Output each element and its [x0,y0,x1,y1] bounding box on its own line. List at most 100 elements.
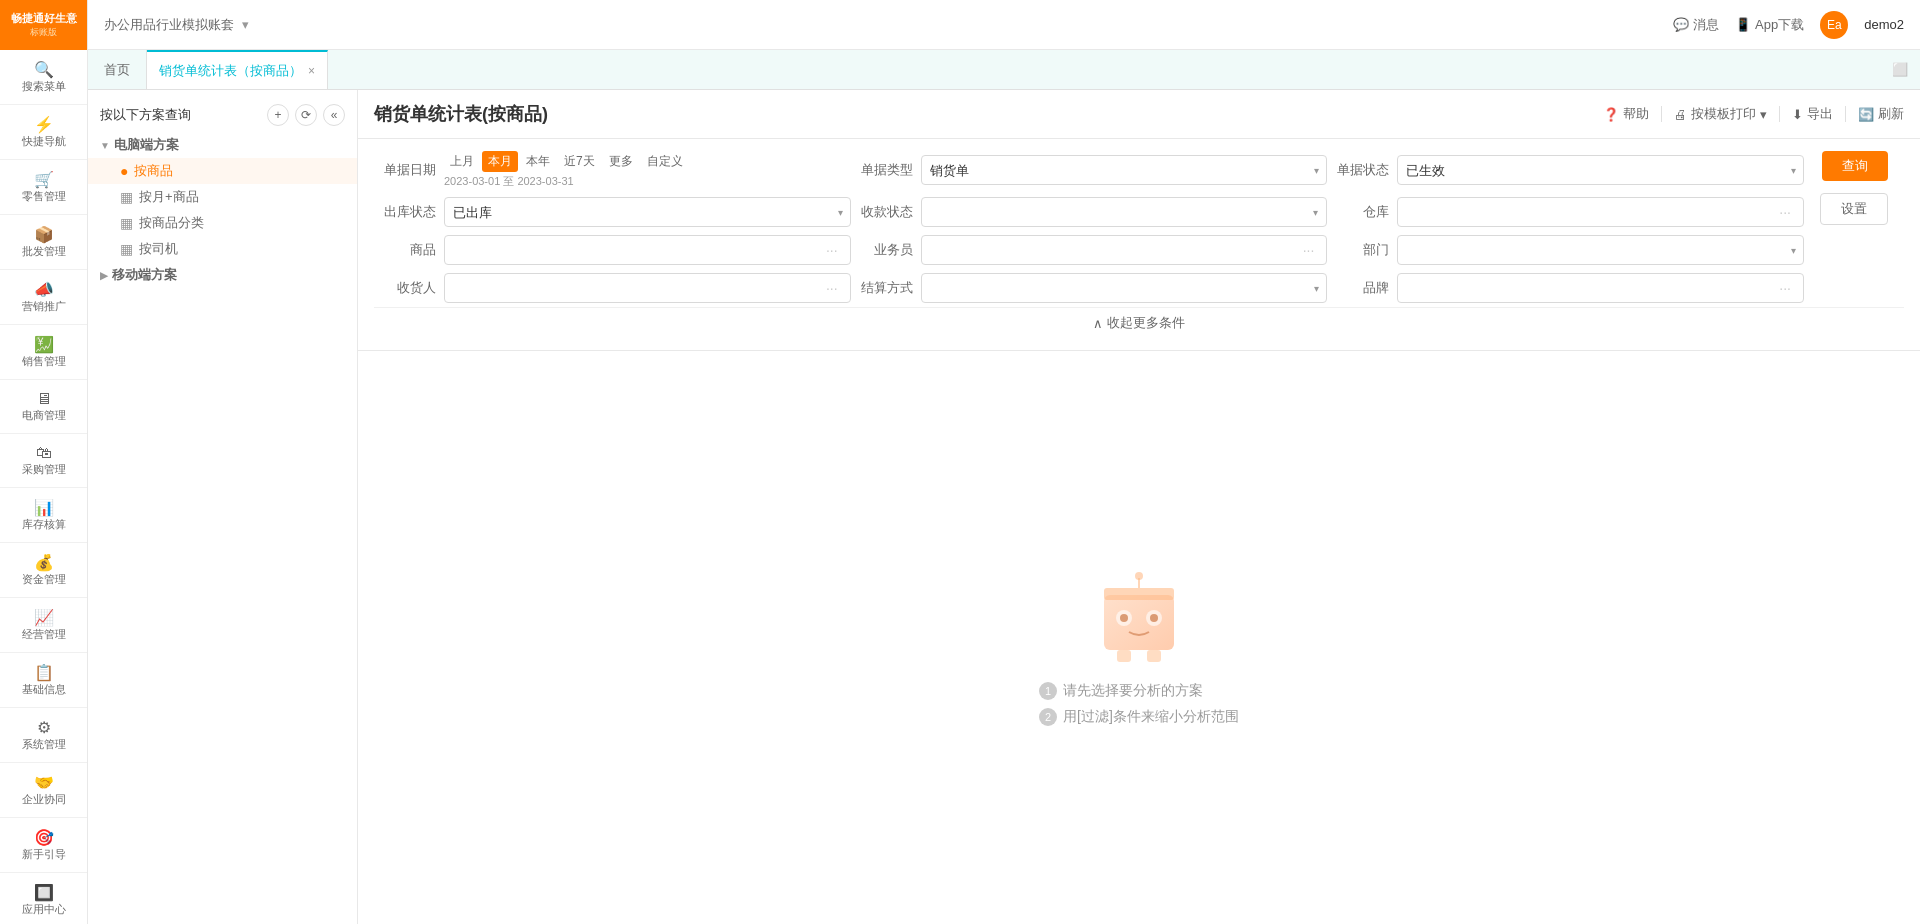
tab-active[interactable]: 销货单统计表（按商品） × [147,50,328,89]
export-label: 导出 [1807,105,1833,123]
print-button[interactable]: 🖨 按模板打印 ▾ [1674,105,1767,123]
sidebar-label: 基础信息 [22,682,66,697]
salesman-dots[interactable]: ··· [1299,242,1319,258]
export-button[interactable]: ⬇ 导出 [1792,105,1833,123]
filter-main: 单据日期 上月 本月 本年 近7天 更多 自定义 [374,151,1804,303]
refresh-scheme-button[interactable]: ⟳ [295,104,317,126]
sidebar-icon: 🔲 [34,883,54,902]
brand-dots[interactable]: ··· [1775,280,1795,296]
receiver-input[interactable]: ··· [444,273,851,303]
sidebar-item-零售管理[interactable]: 🛒零售管理 [0,160,87,215]
help-button[interactable]: ❓ 帮助 [1603,105,1649,123]
tip-num-2: 2 [1039,708,1057,726]
sidebar-item-搜索菜单[interactable]: 🔍搜索菜单 [0,50,87,105]
dept-select[interactable] [1397,235,1804,265]
tab-home[interactable]: 首页 [88,50,147,89]
svg-point-7 [1135,572,1143,580]
date-btn-7days[interactable]: 近7天 [558,151,601,172]
message-action[interactable]: 💬 消息 [1673,16,1719,34]
sidebar-item-营销推广[interactable]: 📣营销推广 [0,270,87,325]
sidebar-item-经营管理[interactable]: 📈经营管理 [0,598,87,653]
date-cell: 单据日期 上月 本月 本年 近7天 更多 自定义 [374,151,851,189]
type-label: 单据类型 [851,161,921,179]
sidebar-label: 快捷导航 [22,134,66,149]
warehouse-dots[interactable]: ··· [1775,204,1795,220]
sidebar-icon: 🔍 [34,60,54,79]
sidebar-icon: 🛍 [36,444,52,462]
svg-rect-9 [1147,650,1161,662]
add-scheme-button[interactable]: + [267,104,289,126]
print-dropdown-icon[interactable]: ▾ [1760,107,1767,122]
sidebar-item-基础信息[interactable]: 📋基础信息 [0,653,87,708]
collapse-panel-button[interactable]: « [323,104,345,126]
sidebar-label: 企业协同 [22,792,66,807]
right-panel: 销货单统计表(按商品) ❓ 帮助 🖨 按模板打印 ▾ ⬇ [358,90,1920,924]
payment-select[interactable] [921,273,1328,303]
left-panel-header: 按以下方案查询 + ⟳ « [88,98,357,132]
sidebar-label: 经营管理 [22,627,66,642]
date-btn-last-month[interactable]: 上月 [444,151,480,172]
user-avatar[interactable]: Ea [1820,11,1848,39]
reset-button[interactable]: 设置 [1820,193,1888,225]
tree-item-按商品[interactable]: ●按商品 [88,158,357,184]
sidebar: 畅捷通好生意 标账版 🔍搜索菜单⚡快捷导航🛒零售管理📦批发管理📣营销推广💹销售管… [0,0,88,924]
sidebar-item-应用中心[interactable]: 🔲应用中心 [0,873,87,924]
sidebar-label: 资金管理 [22,572,66,587]
payment-cell: 结算方式 ▾ [851,273,1328,303]
help-label: 帮助 [1623,105,1649,123]
date-btn-this-month[interactable]: 本月 [482,151,518,172]
receiver-label: 收货人 [374,279,444,297]
receiver-cell: 收货人 ··· [374,273,851,303]
filter-row-3: 商品 ··· 业务员 ·· [374,235,1804,265]
sidebar-item-电商管理[interactable]: 🖥电商管理 [0,380,87,434]
sidebar-item-快捷导航[interactable]: ⚡快捷导航 [0,105,87,160]
receiver-dots[interactable]: ··· [822,280,842,296]
pay-status-input[interactable]: ▾ [921,197,1328,227]
sidebar-item-新手引导[interactable]: 🎯新手引导 [0,818,87,873]
query-button[interactable]: 查询 [1822,151,1888,181]
warehouse-input[interactable]: ··· [1397,197,1804,227]
sidebar-item-企业协同[interactable]: 🤝企业协同 [0,763,87,818]
sidebar-item-资金管理[interactable]: 💰资金管理 [0,543,87,598]
divider-1 [1661,106,1662,122]
type-select[interactable]: 销货单 [921,155,1328,185]
page-actions: ❓ 帮助 🖨 按模板打印 ▾ ⬇ 导出 [1603,105,1904,123]
sidebar-item-批发管理[interactable]: 📦批发管理 [0,215,87,270]
sidebar-icon: 🤝 [34,773,54,792]
date-btn-custom[interactable]: 自定义 [641,151,689,172]
warehouse-label: 仓库 [1327,203,1397,221]
tree-group-移动端方案[interactable]: ▶移动端方案 [88,262,357,288]
goods-input[interactable]: ··· [444,235,851,265]
refresh-button[interactable]: 🔄 刷新 [1858,105,1904,123]
out-status-cell: 出库状态 已出库 ▾ [374,197,851,227]
sidebar-item-系统管理[interactable]: ⚙系统管理 [0,708,87,763]
sidebar-item-采购管理[interactable]: 🛍采购管理 [0,434,87,488]
empty-illustration [1079,550,1199,670]
logo-sub: 标账版 [30,26,57,39]
divider-2 [1779,106,1780,122]
out-status-select[interactable]: 已出库 [444,197,851,227]
date-btn-this-year[interactable]: 本年 [520,151,556,172]
status-select[interactable]: 已生效 [1397,155,1804,185]
sidebar-item-销售管理[interactable]: 💹销售管理 [0,325,87,380]
brand-input[interactable]: ··· [1397,273,1804,303]
tab-close-button[interactable]: × [308,64,315,78]
date-range-text: 2023-03-01 至 2023-03-31 [444,174,851,189]
tree-group-电脑端方案[interactable]: ▼电脑端方案 [88,132,357,158]
tab-maximize-button[interactable]: ⬜ [1888,58,1912,81]
date-btns: 上月 本月 本年 近7天 更多 自定义 [444,151,851,172]
sidebar-item-库存核算[interactable]: 📊库存核算 [0,488,87,543]
filter-row-2: 出库状态 已出库 ▾ 收款状态 [374,197,1804,227]
collapse-button[interactable]: ∧ 收起更多条件 [1093,314,1185,332]
app-download-action[interactable]: 📱 App下载 [1735,16,1804,34]
salesman-input[interactable]: ··· [921,235,1328,265]
goods-dots[interactable]: ··· [822,242,842,258]
tree-item-按司机[interactable]: ▦按司机 [88,236,357,262]
left-panel-title: 按以下方案查询 [100,106,191,124]
tree-item-按月+商品[interactable]: ▦按月+商品 [88,184,357,210]
empty-state: 1 请先选择要分析的方案 2 用[过滤]条件来缩小分析范围 [358,351,1920,924]
page-title: 销货单统计表(按商品) [374,102,548,126]
topbar-dropdown-icon[interactable]: ▾ [242,17,249,32]
date-btn-more[interactable]: 更多 [603,151,639,172]
tree-item-按商品分类[interactable]: ▦按商品分类 [88,210,357,236]
